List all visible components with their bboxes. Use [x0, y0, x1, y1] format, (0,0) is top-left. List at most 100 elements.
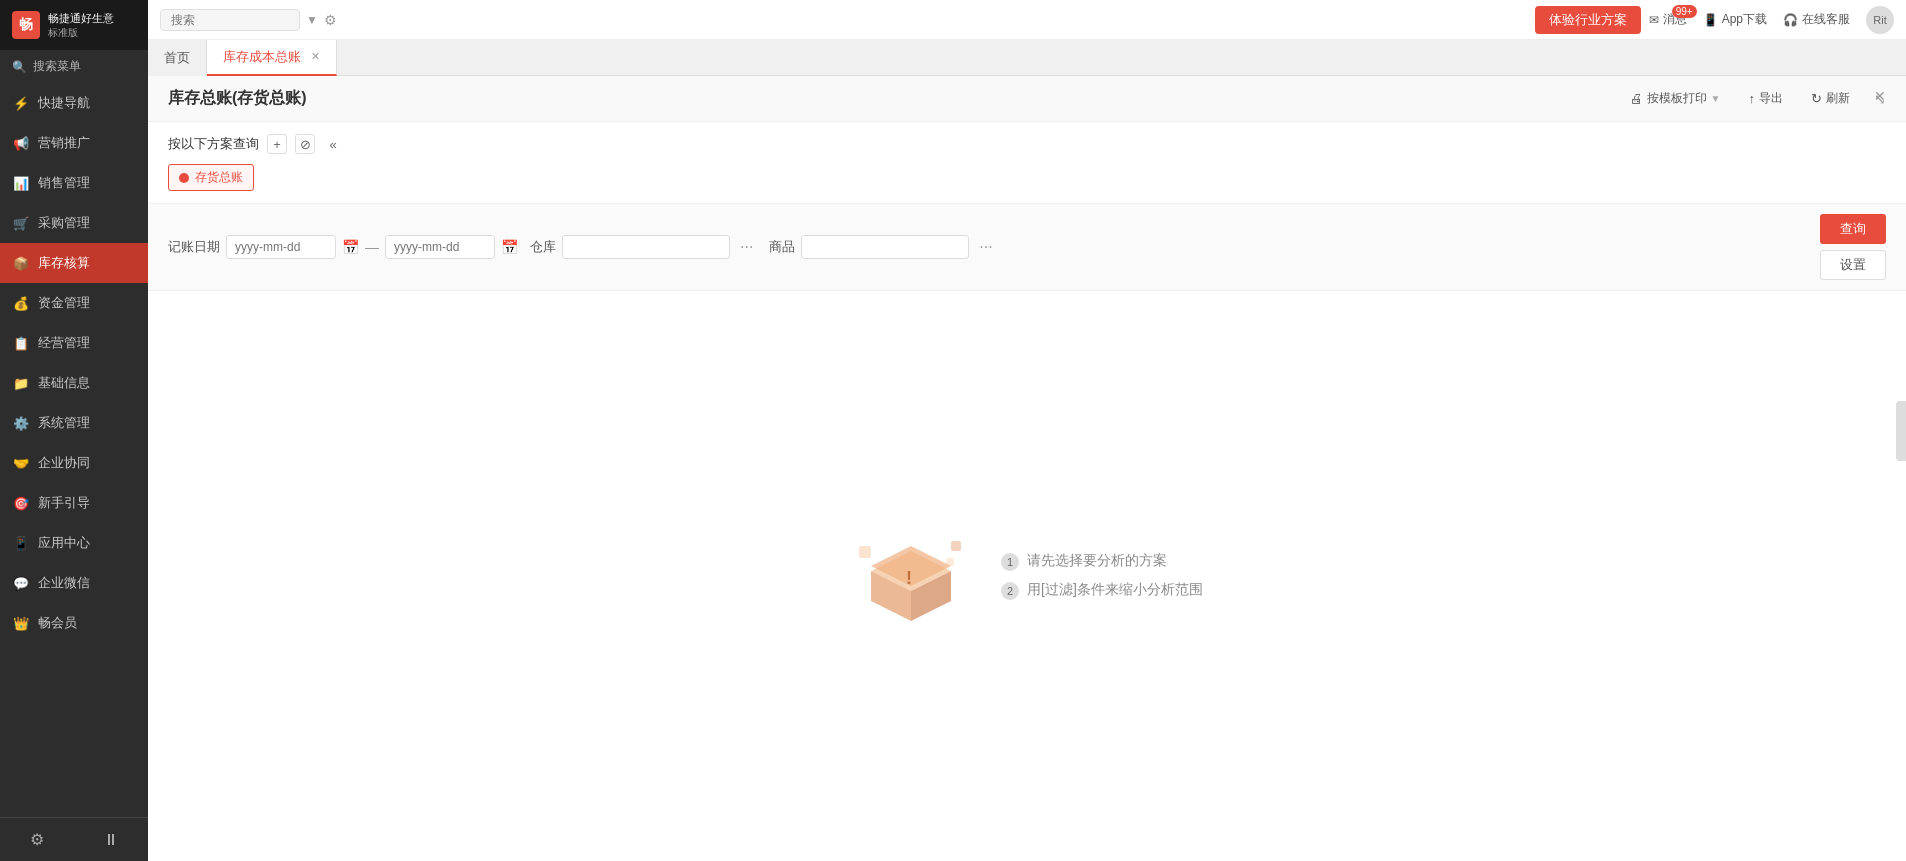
sidebar-item-enterprise[interactable]: 🤝 企业协同 — [0, 443, 148, 483]
chevron-down-icon[interactable]: ▼ — [306, 13, 318, 27]
topbar: ▼ ⚙ 体验行业方案 ✉ 消息 99+ 📱 App下载 🎧 在线客服 Rit — [148, 0, 1906, 40]
tab-home-label: 首页 — [164, 49, 190, 67]
date-end-input[interactable] — [385, 235, 495, 259]
calendar-end-icon[interactable]: 📅 — [501, 239, 518, 255]
sidebar-item-marketing[interactable]: 📢 营销推广 — [0, 123, 148, 163]
sidebar-item-system[interactable]: ⚙️ 系统管理 — [0, 403, 148, 443]
warehouse-more-icon[interactable]: ··· — [736, 238, 757, 256]
print-label: 按模板打印 — [1647, 90, 1707, 107]
logo-title: 畅捷通好生意 — [48, 11, 114, 25]
sidebar-item-basic[interactable]: 📁 基础信息 — [0, 363, 148, 403]
product-more-icon[interactable]: ··· — [975, 238, 996, 256]
marketing-icon: 📢 — [12, 134, 30, 152]
topbar-search-input[interactable] — [160, 9, 300, 31]
settings-bottom-btn[interactable]: ⚙ — [22, 826, 52, 853]
svg-rect-5 — [859, 546, 871, 558]
export-icon: ↑ — [1749, 91, 1756, 106]
empty-hints: 1 请先选择要分析的方案 2 用[过滤]条件来缩小分析范围 — [1001, 552, 1203, 600]
sidebar-item-search[interactable]: 🔍 搜索菜单 — [0, 50, 148, 83]
date-start-input[interactable] — [226, 235, 336, 259]
sidebar-bottom: ⚙ ⏸ — [0, 817, 148, 861]
refresh-label: 刷新 — [1826, 90, 1850, 107]
tab-close-icon[interactable]: ✕ — [311, 50, 320, 63]
message-btn[interactable]: ✉ 消息 99+ — [1649, 11, 1687, 28]
appstore-icon: 📱 — [12, 534, 30, 552]
warehouse-input[interactable] — [562, 235, 730, 259]
wechat-icon: 💬 — [12, 574, 30, 592]
tabbar: 首页 库存成本总账 ✕ — [148, 40, 1906, 76]
warehouse-label: 仓库 — [530, 238, 556, 256]
empty-svg: ! — [851, 516, 971, 636]
product-input[interactable] — [801, 235, 969, 259]
filter-inputs: 记账日期 📅 — 📅 仓库 ··· 商品 ··· — [148, 204, 1906, 291]
sidebar-item-operation[interactable]: 📋 经营管理 — [0, 323, 148, 363]
filter-remove-btn[interactable]: ⊘ — [295, 134, 315, 154]
online-support-btn[interactable]: 🎧 在线客服 — [1783, 11, 1850, 28]
gear-icon[interactable]: ⚙ — [324, 12, 337, 28]
filter-collapse-btn[interactable]: « — [323, 134, 343, 154]
avatar[interactable]: Rit — [1866, 6, 1894, 34]
search-icon: 🔍 — [12, 60, 27, 74]
purchase-icon: 🛒 — [12, 214, 30, 232]
empty-illustration: ! — [851, 516, 971, 636]
phone-icon: 📱 — [1703, 13, 1718, 27]
filter-action-buttons: 查询 设置 — [1820, 214, 1886, 280]
refresh-icon: ↻ — [1811, 91, 1822, 106]
date-field: 记账日期 📅 — 📅 — [168, 235, 518, 259]
breadcrumb: ▼ ⚙ — [160, 9, 1527, 31]
filter-header: 按以下方案查询 + ⊘ « — [168, 134, 1886, 154]
sidebar-item-purchase[interactable]: 🛒 采购管理 — [0, 203, 148, 243]
right-edge-handle[interactable] — [1896, 401, 1906, 461]
filter-scheme-item[interactable]: 存货总账 — [168, 164, 254, 191]
headset-icon: 🎧 — [1783, 13, 1798, 27]
filter-settings-btn[interactable]: 设置 — [1820, 250, 1886, 280]
operation-icon: 📋 — [12, 334, 30, 352]
logo-subtitle: 标准版 — [48, 26, 114, 39]
filter-schemes-row: 存货总账 — [168, 164, 1886, 191]
sidebar-item-finance[interactable]: 💰 资金管理 — [0, 283, 148, 323]
export-btn[interactable]: ↑ 导出 — [1741, 86, 1792, 111]
filter-label: 按以下方案查询 — [168, 135, 259, 153]
sidebar-item-wechat[interactable]: 💬 企业微信 — [0, 563, 148, 603]
collapse-sidebar-btn[interactable]: ⏸ — [95, 827, 127, 853]
sidebar-item-appstore[interactable]: 📱 应用中心 — [0, 523, 148, 563]
content-area: 库存总账(存货总账) 🖨 按模板打印 ▼ ↑ 导出 ↻ 刷新 — [148, 76, 1906, 861]
tab-inventory-ledger-label: 库存成本总账 — [223, 48, 301, 66]
sidebar-item-shortcut[interactable]: ⚡ 快捷导航 — [0, 83, 148, 123]
main-area: ▼ ⚙ 体验行业方案 ✉ 消息 99+ 📱 App下载 🎧 在线客服 Rit — [148, 0, 1906, 861]
app-download-btn[interactable]: 📱 App下载 — [1703, 11, 1767, 28]
product-label: 商品 — [769, 238, 795, 256]
tab-inventory-ledger[interactable]: 库存成本总账 ✕ — [207, 40, 337, 76]
vip-icon: 👑 — [12, 614, 30, 632]
page-title: 库存总账(存货总账) — [168, 88, 307, 109]
sidebar-item-newbie[interactable]: 🎯 新手引导 — [0, 483, 148, 523]
calendar-start-icon[interactable]: 📅 — [342, 239, 359, 255]
panel-close-btn[interactable]: ✕ — [1874, 88, 1886, 104]
refresh-btn[interactable]: ↻ 刷新 — [1803, 86, 1858, 111]
sidebar-item-inventory[interactable]: 📦 库存核算 — [0, 243, 148, 283]
hint2-text: 用[过滤]条件来缩小分析范围 — [1027, 581, 1203, 599]
svg-text:!: ! — [906, 568, 912, 588]
topbar-right: ✉ 消息 99+ 📱 App下载 🎧 在线客服 Rit — [1649, 6, 1894, 34]
shortcut-icon: ⚡ — [12, 94, 30, 112]
empty-state: ! 1 请先选择要分析的方案 2 用[过滤]条件来缩小分析范围 — [148, 291, 1906, 861]
export-label: 导出 — [1759, 90, 1783, 107]
page-header: 库存总账(存货总账) 🖨 按模板打印 ▼ ↑ 导出 ↻ 刷新 — [148, 76, 1906, 122]
sidebar-item-sales[interactable]: 📊 销售管理 — [0, 163, 148, 203]
finance-icon: 💰 — [12, 294, 30, 312]
search-label: 搜索菜单 — [33, 58, 81, 75]
query-btn[interactable]: 查询 — [1820, 214, 1886, 244]
scheme-label: 存货总账 — [195, 169, 243, 186]
sales-icon: 📊 — [12, 174, 30, 192]
industry-btn[interactable]: 体验行业方案 — [1535, 6, 1641, 34]
empty-hint-2: 2 用[过滤]条件来缩小分析范围 — [1001, 581, 1203, 600]
filter-add-btn[interactable]: + — [267, 134, 287, 154]
sidebar-item-vip[interactable]: 👑 畅会员 — [0, 603, 148, 643]
svg-rect-7 — [946, 558, 954, 566]
sidebar-logo: 畅 畅捷通好生意 标准版 — [0, 0, 148, 50]
system-icon: ⚙️ — [12, 414, 30, 432]
print-btn[interactable]: 🖨 按模板打印 ▼ — [1622, 86, 1729, 111]
tab-home[interactable]: 首页 — [148, 40, 207, 76]
empty-hint-1: 1 请先选择要分析的方案 — [1001, 552, 1203, 571]
date-dash: — — [365, 239, 379, 255]
